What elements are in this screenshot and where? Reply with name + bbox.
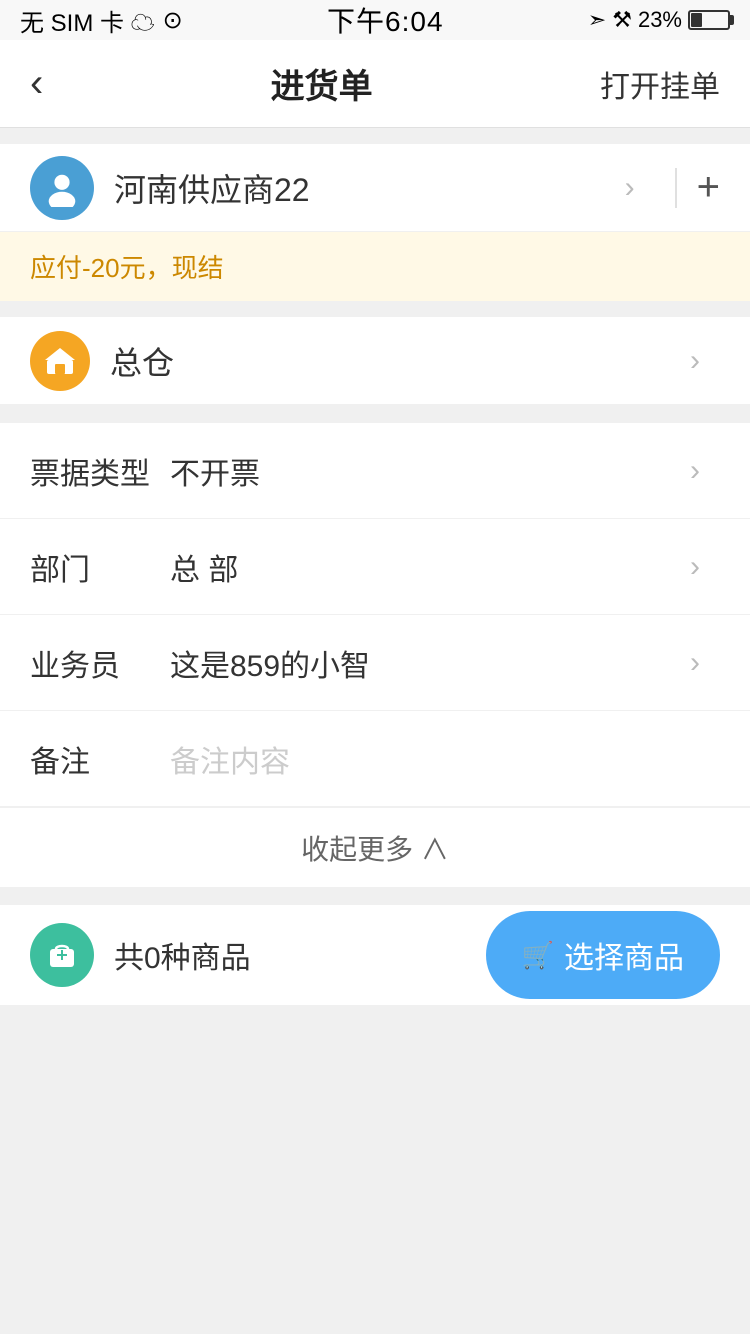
form-section: 票据类型 不开票 › 部门 总 部 › 业务员 这是859的小智 › 备注 备注…: [0, 423, 750, 887]
bottom-bar: 共0种商品 🛒 选择商品: [0, 905, 750, 1005]
warehouse-icon-bg: [30, 331, 90, 391]
select-product-button[interactable]: 🛒 选择商品: [486, 911, 720, 999]
salesperson-value: 这是859的小智: [150, 641, 690, 685]
invoice-type-value: 不开票: [150, 449, 690, 493]
department-label: 部门: [30, 545, 150, 589]
battery-percent: 23%: [638, 7, 682, 33]
sim-indicator: 无 SIM 卡 ☁: [20, 3, 155, 38]
warehouse-chevron-icon: ›: [690, 344, 700, 378]
collapse-label: 收起更多 ∧: [301, 828, 449, 868]
warehouse-row[interactable]: 总仓 ›: [0, 317, 750, 405]
wifi-icon: ⊙: [163, 6, 183, 35]
invoice-type-label: 票据类型: [30, 449, 150, 493]
invoice-type-chevron-icon: ›: [690, 454, 700, 488]
product-count-icon-bg: [30, 923, 94, 987]
select-product-label: 选择商品: [564, 933, 684, 977]
supplier-name[interactable]: 河南供应商22: [114, 165, 625, 211]
salesperson-row[interactable]: 业务员 这是859的小智 ›: [0, 615, 750, 711]
status-left: 无 SIM 卡 ☁ ⊙: [20, 3, 183, 38]
salesperson-label: 业务员: [30, 641, 150, 685]
section-divider-4: [0, 887, 750, 903]
section-divider-2: [0, 301, 750, 317]
status-time: 下午6:04: [327, 0, 444, 40]
section-divider-1: [0, 128, 750, 144]
invoice-type-row[interactable]: 票据类型 不开票 ›: [0, 423, 750, 519]
supplier-chevron-icon: ›: [625, 171, 635, 205]
section-divider-3: [0, 405, 750, 421]
open-pending-button[interactable]: 打开挂单: [600, 62, 720, 106]
remark-input[interactable]: 备注内容: [150, 737, 720, 781]
select-product-icon: 🛒: [522, 940, 554, 971]
remark-label: 备注: [30, 737, 150, 781]
location-icon: ➣: [588, 7, 606, 33]
supplier-divider: [675, 168, 677, 208]
nav-bar: ‹ 进货单 打开挂单: [0, 40, 750, 128]
alarm-icon: ⚒: [612, 7, 632, 33]
remark-row[interactable]: 备注 备注内容: [0, 711, 750, 807]
product-count-text: 共0种商品: [114, 933, 486, 977]
person-icon: [43, 169, 81, 207]
alert-text: 应付-20元，现结: [30, 253, 224, 283]
department-chevron-icon: ›: [690, 550, 700, 584]
status-right: ➣ ⚒ 23%: [588, 7, 730, 33]
department-value: 总 部: [150, 545, 690, 589]
shopping-bag-icon: [44, 937, 80, 973]
department-row[interactable]: 部门 总 部 ›: [0, 519, 750, 615]
supplier-avatar: [30, 156, 94, 220]
alert-banner: 应付-20元，现结: [0, 232, 750, 301]
warehouse-icon: [43, 344, 77, 378]
salesperson-chevron-icon: ›: [690, 646, 700, 680]
warehouse-name: 总仓: [110, 338, 690, 384]
add-supplier-button[interactable]: +: [697, 165, 720, 210]
supplier-section: 河南供应商22 › +: [0, 144, 750, 232]
page-title: 进货单: [271, 59, 373, 108]
collapse-row[interactable]: 收起更多 ∧: [0, 807, 750, 887]
back-button[interactable]: ‹: [30, 61, 43, 106]
page-background: [0, 1005, 750, 1305]
battery-icon: [688, 10, 730, 30]
status-bar: 无 SIM 卡 ☁ ⊙ 下午6:04 ➣ ⚒ 23%: [0, 0, 750, 40]
